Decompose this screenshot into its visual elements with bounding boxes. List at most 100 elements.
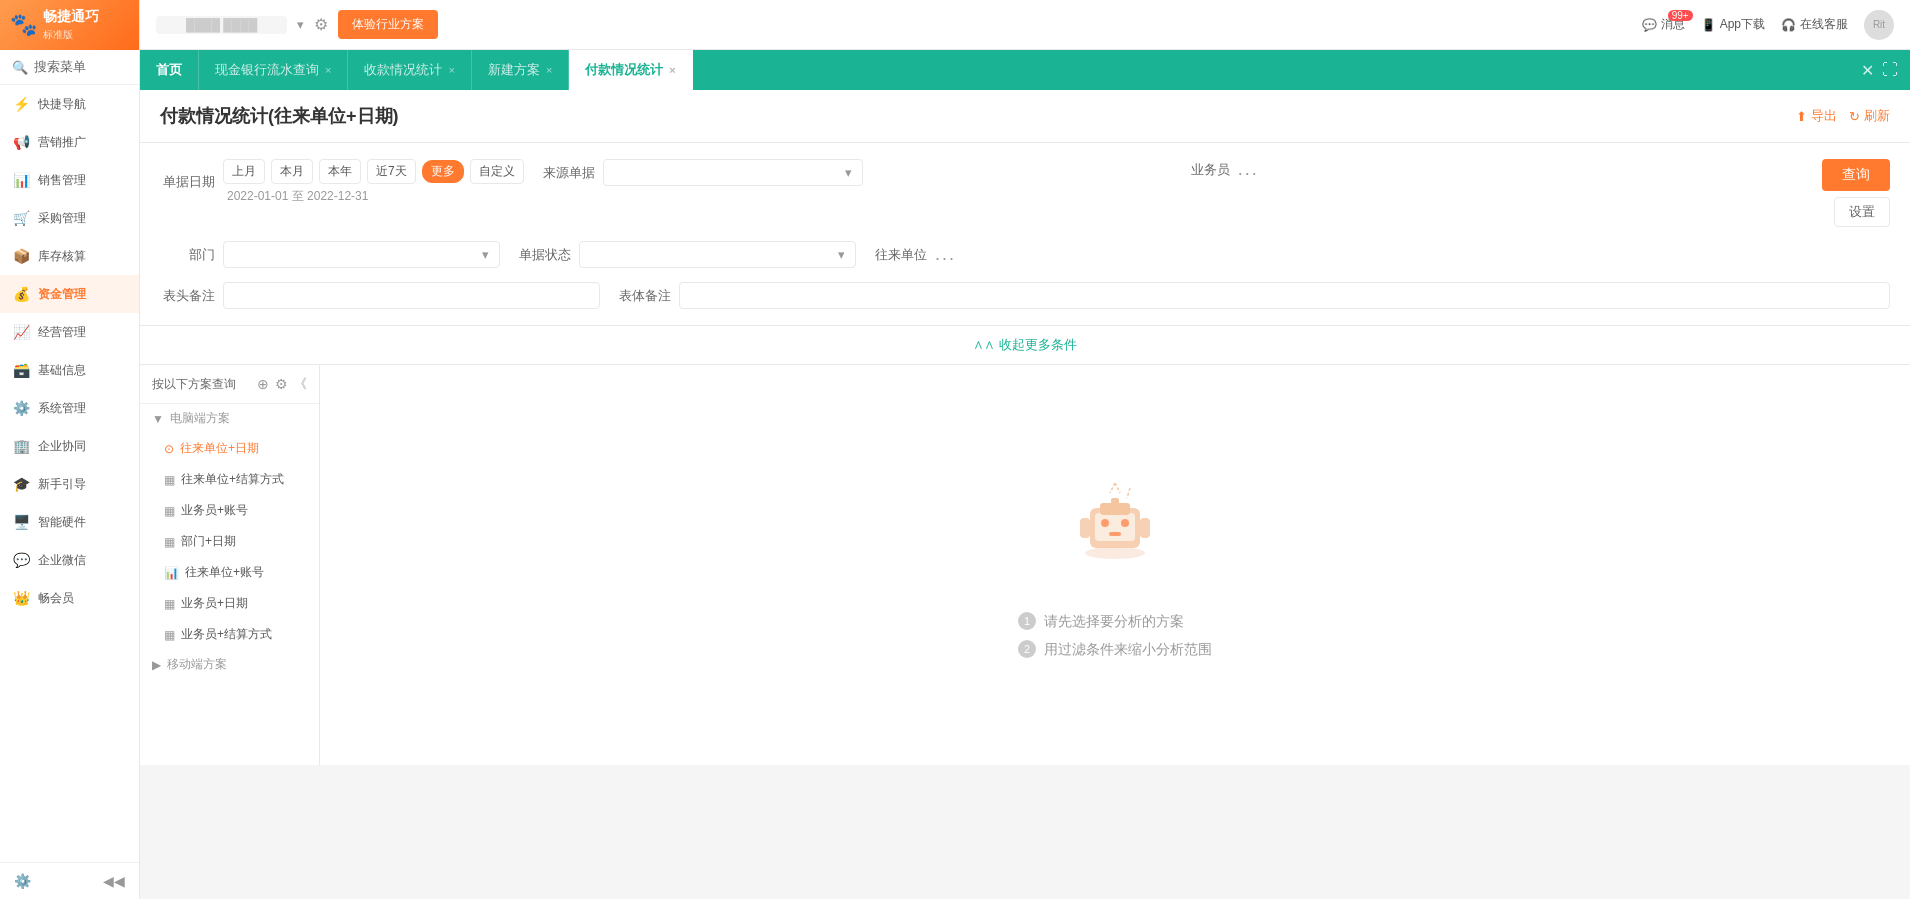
sidebar-item-purchase[interactable]: 🛒 采购管理 — [0, 199, 139, 237]
scheme-item-staff-account[interactable]: ▦ 业务员+账号 — [140, 495, 319, 526]
tab-payment-stats[interactable]: 付款情况统计 × — [569, 50, 692, 90]
sidebar-item-basic-info[interactable]: 🗃️ 基础信息 — [0, 351, 139, 389]
collapse-sidebar-icon[interactable]: ◀◀ — [103, 873, 125, 889]
tab-close-new-scheme[interactable]: × — [546, 64, 552, 76]
search-icon: 🔍 — [12, 60, 28, 75]
dept-filter-label: 部门 — [160, 246, 215, 264]
sidebar-item-enterprise[interactable]: 🏢 企业协同 — [0, 427, 139, 465]
app-download-btn[interactable]: 📱 App下载 — [1701, 16, 1765, 33]
source-select[interactable]: ▾ — [603, 159, 863, 186]
collapse-panel-icon[interactable]: 《 — [294, 375, 307, 393]
settings-scheme-icon[interactable]: ⚙ — [275, 376, 288, 392]
page-header-actions: ⬆ 导出 ↻ 刷新 — [1796, 107, 1890, 125]
sales-icon: 📊 — [12, 171, 30, 189]
content-area: 按以下方案查询 ⊕ ⚙ 《 ▼ 电脑端方案 ⊙ 往来单位+日期 — [140, 365, 1910, 765]
tab-collection-stats[interactable]: 收款情况统计 × — [348, 50, 471, 90]
this-month-btn[interactable]: 本月 — [271, 159, 313, 184]
message-icon: 💬 — [1642, 18, 1657, 32]
finance-icon: 💰 — [12, 285, 30, 303]
last-7-days-btn[interactable]: 近7天 — [367, 159, 416, 184]
dropdown-arrow-icon[interactable]: ▾ — [297, 17, 304, 32]
empty-hint: 1 请先选择要分析的方案 2 用过滤条件来缩小分析范围 — [1018, 607, 1212, 663]
tab-close-bank-flow[interactable]: × — [325, 64, 331, 76]
empty-hint-1: 1 请先选择要分析的方案 — [1018, 607, 1212, 635]
svg-point-4 — [1121, 519, 1129, 527]
trial-btn[interactable]: 体验行业方案 — [338, 10, 438, 39]
staff-select[interactable]: ... — [1238, 159, 1259, 180]
scheme-item-dept-date[interactable]: ▦ 部门+日期 — [140, 526, 319, 557]
tab-new-scheme[interactable]: 新建方案 × — [472, 50, 569, 90]
sidebar-item-system[interactable]: ⚙️ 系统管理 — [0, 389, 139, 427]
sidebar-item-sales[interactable]: 📊 销售管理 — [0, 161, 139, 199]
sidebar-item-quick-nav[interactable]: ⚡ 快捷导航 — [0, 85, 139, 123]
service-icon: 🎧 — [1781, 18, 1796, 32]
scheme-panel-title: 按以下方案查询 — [152, 376, 236, 393]
scheme-item-staff-date[interactable]: ▦ 业务员+日期 — [140, 588, 319, 619]
note-body-input[interactable] — [679, 282, 1890, 309]
operations-icon: 📈 — [12, 323, 30, 341]
partner-select[interactable]: ... — [935, 244, 956, 265]
collapse-icon: ∧∧ — [973, 337, 999, 352]
marketing-icon: 📢 — [12, 133, 30, 151]
dept-select[interactable]: ▾ — [223, 241, 500, 268]
topbar-right: 💬 消息 99+ 📱 App下载 🎧 在线客服 Rit — [1642, 10, 1894, 40]
tab-bank-flow[interactable]: 现金银行流水查询 × — [199, 50, 348, 90]
sidebar-footer: ⚙️ ◀◀ — [0, 862, 139, 899]
sidebar-item-member[interactable]: 👑 畅会员 — [0, 579, 139, 617]
guide-icon: 🎓 — [12, 475, 30, 493]
tabbar: 首页 现金银行流水查询 × 收款情况统计 × 新建方案 × 付款情况统计 × ✕… — [140, 50, 1910, 90]
query-btn[interactable]: 查询 — [1822, 159, 1890, 191]
sidebar-item-inventory[interactable]: 📦 库存核算 — [0, 237, 139, 275]
svg-rect-7 — [1111, 498, 1119, 506]
add-scheme-icon[interactable]: ⊕ — [257, 376, 269, 392]
mobile-category[interactable]: ▶ 移动端方案 — [140, 650, 319, 679]
online-service-btn[interactable]: 🎧 在线客服 — [1781, 16, 1848, 33]
sidebar: 🐾 畅捷通巧 标准版 🔍 搜索菜单 ⚡ 快捷导航 📢 营销推广 📊 销售管理 🛒… — [0, 0, 140, 899]
source-filter-label: 来源单据 — [540, 164, 595, 182]
this-year-btn[interactable]: 本年 — [319, 159, 361, 184]
topbar-gear-icon[interactable]: ⚙ — [314, 15, 328, 34]
sidebar-item-operations[interactable]: 📈 经营管理 — [0, 313, 139, 351]
hint-num-2: 2 — [1018, 640, 1036, 658]
settings-btn[interactable]: 设置 — [1834, 197, 1890, 227]
page-title: 付款情况统计(往来单位+日期) — [160, 104, 399, 128]
custom-date-btn[interactable]: 自定义 — [470, 159, 524, 184]
sidebar-nav: ⚡ 快捷导航 📢 营销推广 📊 销售管理 🛒 采购管理 📦 库存核算 💰 资金管… — [0, 85, 139, 862]
sidebar-item-weixin[interactable]: 💬 企业微信 — [0, 541, 139, 579]
collapse-conditions-btn[interactable]: ∧∧ 收起更多条件 — [140, 326, 1910, 365]
note-head-label: 表头备注 — [160, 287, 215, 305]
user-avatar[interactable]: Rit — [1864, 10, 1894, 40]
settings-footer-icon[interactable]: ⚙️ — [14, 873, 31, 889]
sidebar-item-marketing[interactable]: 📢 营销推广 — [0, 123, 139, 161]
hint-num-1: 1 — [1018, 612, 1036, 630]
refresh-btn[interactable]: ↻ 刷新 — [1849, 107, 1890, 125]
export-btn[interactable]: ⬆ 导出 — [1796, 107, 1837, 125]
svg-line-11 — [1115, 483, 1120, 493]
close-all-tabs-icon[interactable]: ✕ — [1861, 61, 1874, 80]
more-date-btn[interactable]: 更多 — [422, 160, 464, 183]
sidebar-item-hardware[interactable]: 🖥️ 智能硬件 — [0, 503, 139, 541]
svg-point-0 — [1085, 547, 1145, 559]
sidebar-item-guide[interactable]: 🎓 新手引导 — [0, 465, 139, 503]
maximize-icon[interactable]: ⛶ — [1882, 61, 1898, 79]
partner-filter-label: 往来单位 — [872, 246, 927, 264]
scheme-item-staff-settle[interactable]: ▦ 业务员+结算方式 — [140, 619, 319, 650]
scheme-panel: 按以下方案查询 ⊕ ⚙ 《 ▼ 电脑端方案 ⊙ 往来单位+日期 — [140, 365, 320, 765]
sidebar-search[interactable]: 🔍 搜索菜单 — [0, 50, 139, 85]
status-select[interactable]: ▾ — [579, 241, 856, 268]
svg-line-10 — [1110, 483, 1115, 493]
scheme-item-partner-settle[interactable]: ▦ 往来单位+结算方式 — [140, 464, 319, 495]
tab-close-collection-stats[interactable]: × — [448, 64, 454, 76]
sidebar-item-finance[interactable]: 💰 资金管理 — [0, 275, 139, 313]
tab-close-payment-stats[interactable]: × — [669, 64, 675, 76]
scheme-item-partner-date[interactable]: ⊙ 往来单位+日期 — [140, 433, 319, 464]
desktop-category[interactable]: ▼ 电脑端方案 — [140, 404, 319, 433]
tab-home[interactable]: 首页 — [140, 50, 199, 90]
scheme-table-icon-3: ▦ — [164, 535, 175, 549]
last-month-btn[interactable]: 上月 — [223, 159, 265, 184]
message-btn[interactable]: 💬 消息 99+ — [1642, 16, 1685, 33]
filter-section: 单据日期 上月 本月 本年 近7天 更多 自定义 2022-01-01 至 20… — [140, 143, 1910, 326]
scheme-item-partner-account[interactable]: 📊 往来单位+账号 — [140, 557, 319, 588]
note-head-input[interactable] — [223, 282, 600, 309]
status-filter-label: 单据状态 — [516, 246, 571, 264]
